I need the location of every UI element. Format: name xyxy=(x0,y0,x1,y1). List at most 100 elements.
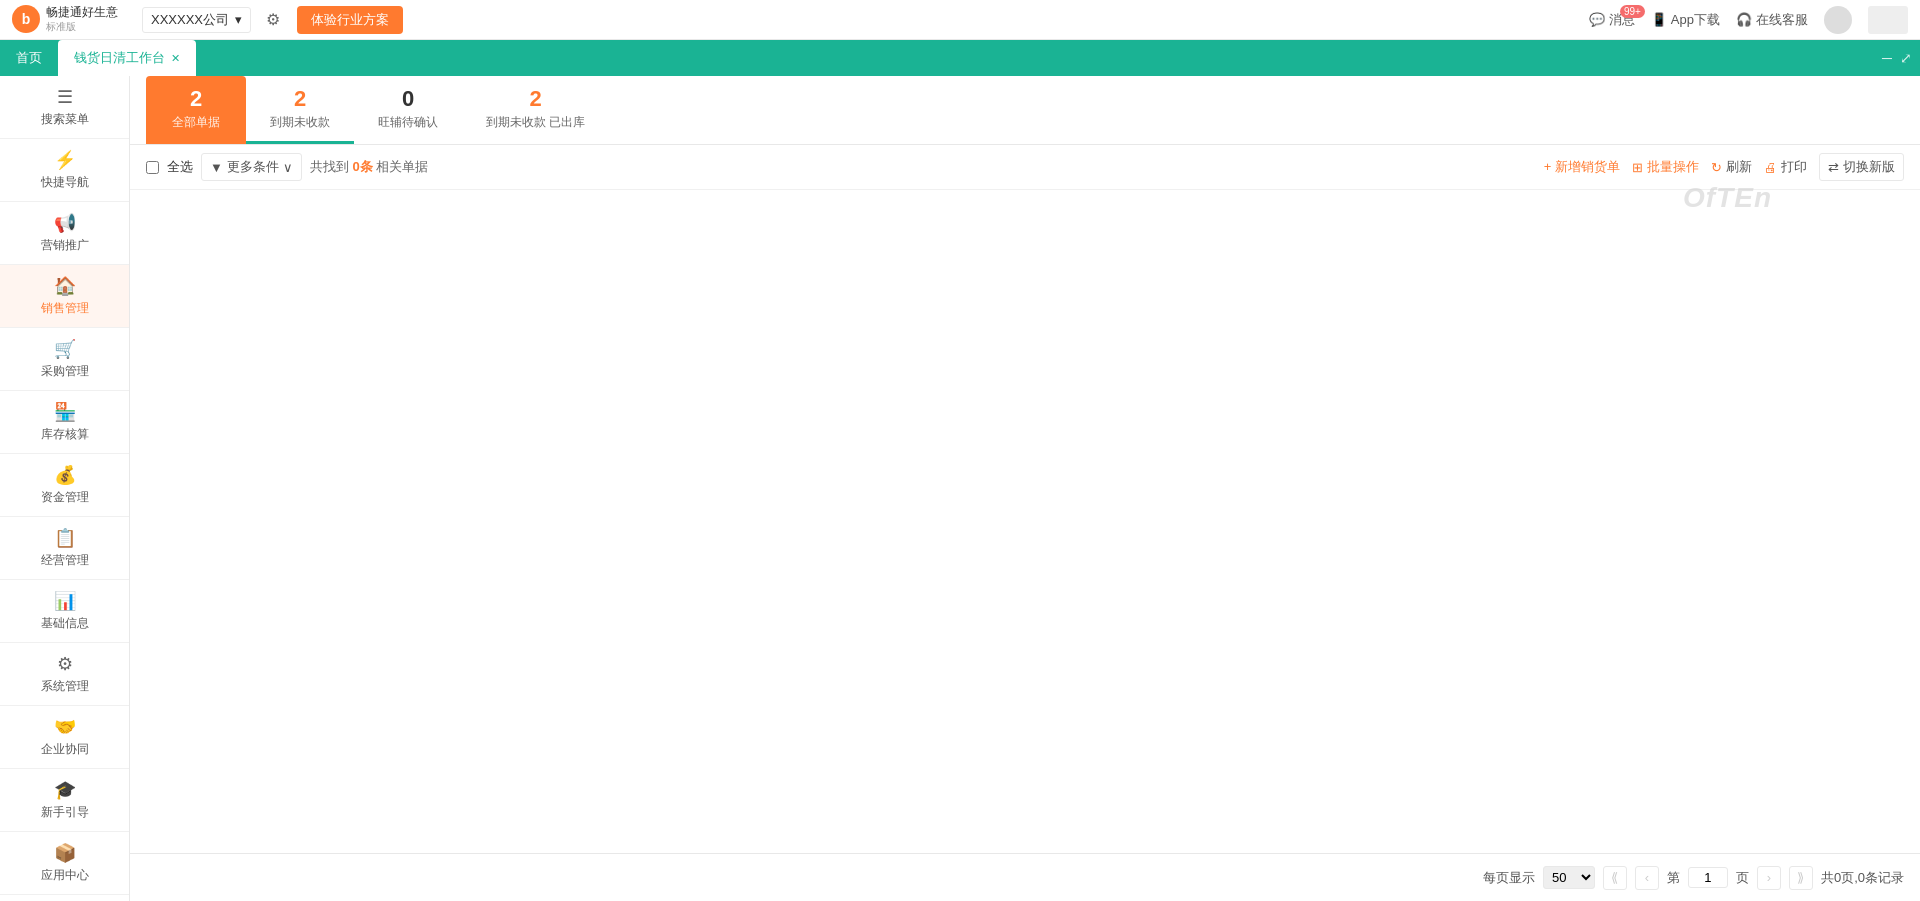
content-area: 2 全部单据 2 到期未收款 0 旺辅待确认 2 到期未收款 已出库 全选 ▼ … xyxy=(130,76,1920,901)
app-name: 畅捷通好生意 xyxy=(46,5,118,19)
print-icon: 🖨 xyxy=(1764,160,1777,175)
top-header: b 畅捷通好生意 标准版 XXXXXX公司 ▾ ⚙ 体验行业方案 💬 消息 99… xyxy=(0,0,1920,40)
page-label: 第 xyxy=(1667,869,1680,887)
per-page-label: 每页显示 xyxy=(1483,869,1535,887)
sidebar-item-inventory[interactable]: 🏪 库存核算 xyxy=(0,391,129,454)
sidebar-item-basic-info[interactable]: 📊 基础信息 xyxy=(0,580,129,643)
filter-chevron-icon: ∨ xyxy=(283,160,293,175)
purchase-icon: 🛒 xyxy=(54,338,76,360)
sidebar-enterprise-label: 企业协同 xyxy=(41,741,89,758)
message-button[interactable]: 💬 消息 99+ xyxy=(1589,11,1635,29)
stat-tab-shipped[interactable]: 2 到期未收款 已出库 xyxy=(462,76,609,144)
page-size-select[interactable]: 50 100 xyxy=(1543,866,1595,889)
inventory-icon: 🏪 xyxy=(54,401,76,423)
app-center-icon: 📦 xyxy=(54,842,76,864)
tab-home-label: 首页 xyxy=(16,49,42,67)
list-area xyxy=(130,190,1920,853)
trial-button[interactable]: 体验行业方案 xyxy=(297,6,403,34)
sidebar-inventory-label: 库存核算 xyxy=(41,426,89,443)
select-all-checkbox[interactable] xyxy=(146,161,159,174)
switch-new-version-button[interactable]: ⇄ 切换新版 xyxy=(1819,153,1904,181)
sidebar-item-purchase[interactable]: 🛒 采购管理 xyxy=(0,328,129,391)
toolbar: 全选 ▼ 更多条件 ∨ 共找到 0条 相关单据 + 新增销货单 ⊞ 批量操作 xyxy=(130,145,1920,190)
stat-wangfu-number: 0 xyxy=(402,86,414,112)
stat-shipped-label: 到期未收款 已出库 xyxy=(486,114,585,131)
stat-tab-overdue[interactable]: 2 到期未收款 xyxy=(246,76,354,144)
logo-text: 畅捷通好生意 标准版 xyxy=(46,5,118,33)
tab-bar: 首页 钱货日清工作台 ✕ ─ ⤢ xyxy=(0,40,1920,76)
page-number-input[interactable] xyxy=(1688,867,1728,888)
first-page-button[interactable]: ⟪ xyxy=(1603,866,1627,890)
toolbar-right: + 新增销货单 ⊞ 批量操作 ↻ 刷新 🖨 打印 ⇄ 切换新版 xyxy=(1544,153,1904,181)
tab-home[interactable]: 首页 xyxy=(0,40,58,76)
guide-icon: 🎓 xyxy=(54,779,76,801)
sidebar-marketing-label: 营销推广 xyxy=(41,237,89,254)
company-selector[interactable]: XXXXXX公司 ▾ xyxy=(142,7,251,33)
sidebar-item-operations[interactable]: 📋 经营管理 xyxy=(0,517,129,580)
sidebar-item-guide[interactable]: 🎓 新手引导 xyxy=(0,769,129,832)
stat-shipped-number: 2 xyxy=(530,86,542,112)
marketing-icon: 📢 xyxy=(54,212,76,234)
service-icon: 🎧 xyxy=(1736,12,1752,27)
app-version: 标准版 xyxy=(46,20,118,34)
found-suffix: 相关单据 xyxy=(376,159,428,174)
sidebar-item-search[interactable]: ☰ 搜索菜单 xyxy=(0,76,129,139)
basic-info-icon: 📊 xyxy=(54,590,76,612)
sidebar-basic-info-label: 基础信息 xyxy=(41,615,89,632)
refresh-button[interactable]: ↻ 刷新 xyxy=(1711,158,1752,176)
stat-tab-wangfu[interactable]: 0 旺辅待确认 xyxy=(354,76,462,144)
user-dropdown[interactable] xyxy=(1868,6,1908,34)
sidebar-item-system[interactable]: ⚙ 系统管理 xyxy=(0,643,129,706)
sidebar-item-enterprise[interactable]: 🤝 企业协同 xyxy=(0,706,129,769)
sidebar-item-marketing[interactable]: 📢 营销推广 xyxy=(0,202,129,265)
tab-bar-actions: ─ ⤢ xyxy=(1882,50,1920,66)
next-page-button[interactable]: › xyxy=(1757,866,1781,890)
stat-overdue-number: 2 xyxy=(294,86,306,112)
search-menu-icon: ☰ xyxy=(57,86,73,108)
print-label: 打印 xyxy=(1781,158,1807,176)
online-service-button[interactable]: 🎧 在线客服 xyxy=(1736,11,1808,29)
refresh-label: 刷新 xyxy=(1726,158,1752,176)
print-button[interactable]: 🖨 打印 xyxy=(1764,158,1807,176)
logo-area: b 畅捷通好生意 标准版 xyxy=(12,5,142,33)
select-all-label: 全选 xyxy=(167,158,193,176)
batch-operation-button[interactable]: ⊞ 批量操作 xyxy=(1632,158,1699,176)
operations-icon: 📋 xyxy=(54,527,76,549)
online-service-label: 在线客服 xyxy=(1756,11,1808,29)
sidebar-item-wechat[interactable]: 💬 企业微信 xyxy=(0,895,129,901)
tab-maximize-icon[interactable]: ⤢ xyxy=(1900,50,1912,66)
system-icon: ⚙ xyxy=(57,653,73,675)
avatar[interactable] xyxy=(1824,6,1852,34)
app-download-button[interactable]: 📱 App下载 xyxy=(1651,11,1720,29)
filter-icon: ▼ xyxy=(210,160,223,175)
found-prefix: 共找到 xyxy=(310,159,349,174)
tab-qhrq-label: 钱货日清工作台 xyxy=(74,49,165,67)
stat-tab-all[interactable]: 2 全部单据 xyxy=(146,76,246,144)
tab-close-icon[interactable]: ✕ xyxy=(171,52,180,65)
last-page-button[interactable]: ⟫ xyxy=(1789,866,1813,890)
tab-minimize-icon[interactable]: ─ xyxy=(1882,50,1892,66)
new-sale-button[interactable]: + 新增销货单 xyxy=(1544,158,1620,176)
sidebar-item-app-center[interactable]: 📦 应用中心 xyxy=(0,832,129,895)
logo-icon: b xyxy=(12,5,40,33)
settings-icon[interactable]: ⚙ xyxy=(259,6,287,34)
prev-page-button[interactable]: ‹ xyxy=(1635,866,1659,890)
found-count: 0条 xyxy=(353,159,373,174)
sidebar-item-sales[interactable]: 🏠 销售管理 xyxy=(0,265,129,328)
batch-icon: ⊞ xyxy=(1632,160,1643,175)
sidebar-funds-label: 资金管理 xyxy=(41,489,89,506)
sidebar-item-funds[interactable]: 💰 资金管理 xyxy=(0,454,129,517)
sidebar-app-center-label: 应用中心 xyxy=(41,867,89,884)
download-icon: 📱 xyxy=(1651,12,1667,27)
sidebar-item-quick-nav[interactable]: ⚡ 快捷导航 xyxy=(0,139,129,202)
chevron-down-icon: ▾ xyxy=(235,12,242,27)
sidebar-system-label: 系统管理 xyxy=(41,678,89,695)
sidebar-sales-label: 销售管理 xyxy=(41,300,89,317)
message-badge: 99+ xyxy=(1620,5,1645,18)
page-label-2: 页 xyxy=(1736,869,1749,887)
app-download-label: App下载 xyxy=(1671,11,1720,29)
filter-button[interactable]: ▼ 更多条件 ∨ xyxy=(201,153,302,181)
refresh-icon: ↻ xyxy=(1711,160,1722,175)
quick-nav-icon: ⚡ xyxy=(54,149,76,171)
tab-qhrq[interactable]: 钱货日清工作台 ✕ xyxy=(58,40,196,76)
